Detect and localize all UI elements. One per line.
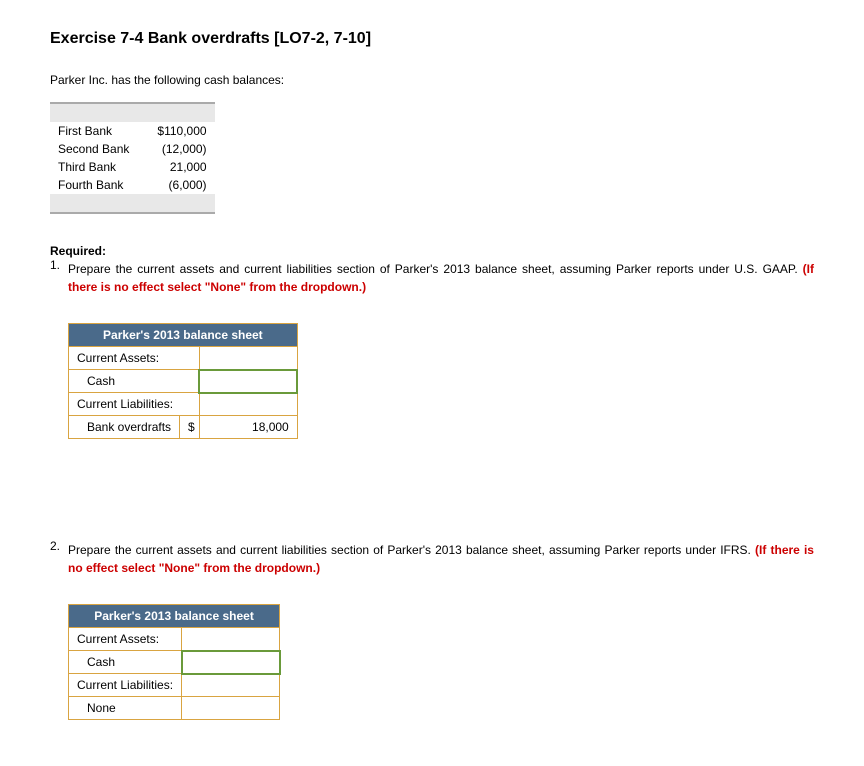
balances-table: First Bank $110,000 Second Bank (12,000)… <box>50 102 215 214</box>
sheet-title: Parker's 2013 balance sheet <box>69 324 298 347</box>
bank-label: First Bank <box>50 122 137 140</box>
bank-amount: 21,000 <box>137 158 214 176</box>
bank-label: Second Bank <box>50 140 137 158</box>
req2-text: Prepare the current assets and current l… <box>68 543 755 557</box>
bank-amount: $110,000 <box>137 122 214 140</box>
table-row: Third Bank 21,000 <box>50 158 215 176</box>
bank-amount: (6,000) <box>137 176 214 194</box>
overdrafts-label: Bank overdrafts <box>69 416 180 439</box>
current-liabilities-label: Current Liabilities: <box>69 393 200 416</box>
req1-text: Prepare the current assets and current l… <box>68 262 803 276</box>
current-assets-label: Current Assets: <box>69 347 200 370</box>
table-row: First Bank $110,000 <box>50 122 215 140</box>
current-liabilities-label: Current Liabilities: <box>69 674 182 697</box>
table-row: Fourth Bank (6,000) <box>50 176 215 194</box>
balance-sheet-1: Parker's 2013 balance sheet Current Asse… <box>68 323 298 439</box>
table-row: Second Bank (12,000) <box>50 140 215 158</box>
cash-input[interactable] <box>182 651 280 674</box>
sheet-title: Parker's 2013 balance sheet <box>69 605 280 628</box>
cash-label: Cash <box>69 651 182 674</box>
cash-input[interactable] <box>199 370 297 393</box>
currency-symbol: $ <box>180 416 200 439</box>
bank-label: Third Bank <box>50 158 137 176</box>
overdrafts-value[interactable]: 18,000 <box>199 416 297 439</box>
bank-label: Fourth Bank <box>50 176 137 194</box>
balance-sheet-2: Parker's 2013 balance sheet Current Asse… <box>68 604 281 720</box>
required-heading: Required: <box>50 244 814 258</box>
intro-text: Parker Inc. has the following cash balan… <box>50 73 814 87</box>
exercise-title: Exercise 7-4 Bank overdrafts [LO7-2, 7-1… <box>50 30 814 48</box>
req1-number: 1. <box>50 258 68 321</box>
none-label: None <box>69 697 182 720</box>
req2-number: 2. <box>50 539 68 602</box>
current-assets-label: Current Assets: <box>69 628 182 651</box>
none-value[interactable] <box>182 697 280 720</box>
cash-label: Cash <box>69 370 200 393</box>
bank-amount: (12,000) <box>137 140 214 158</box>
